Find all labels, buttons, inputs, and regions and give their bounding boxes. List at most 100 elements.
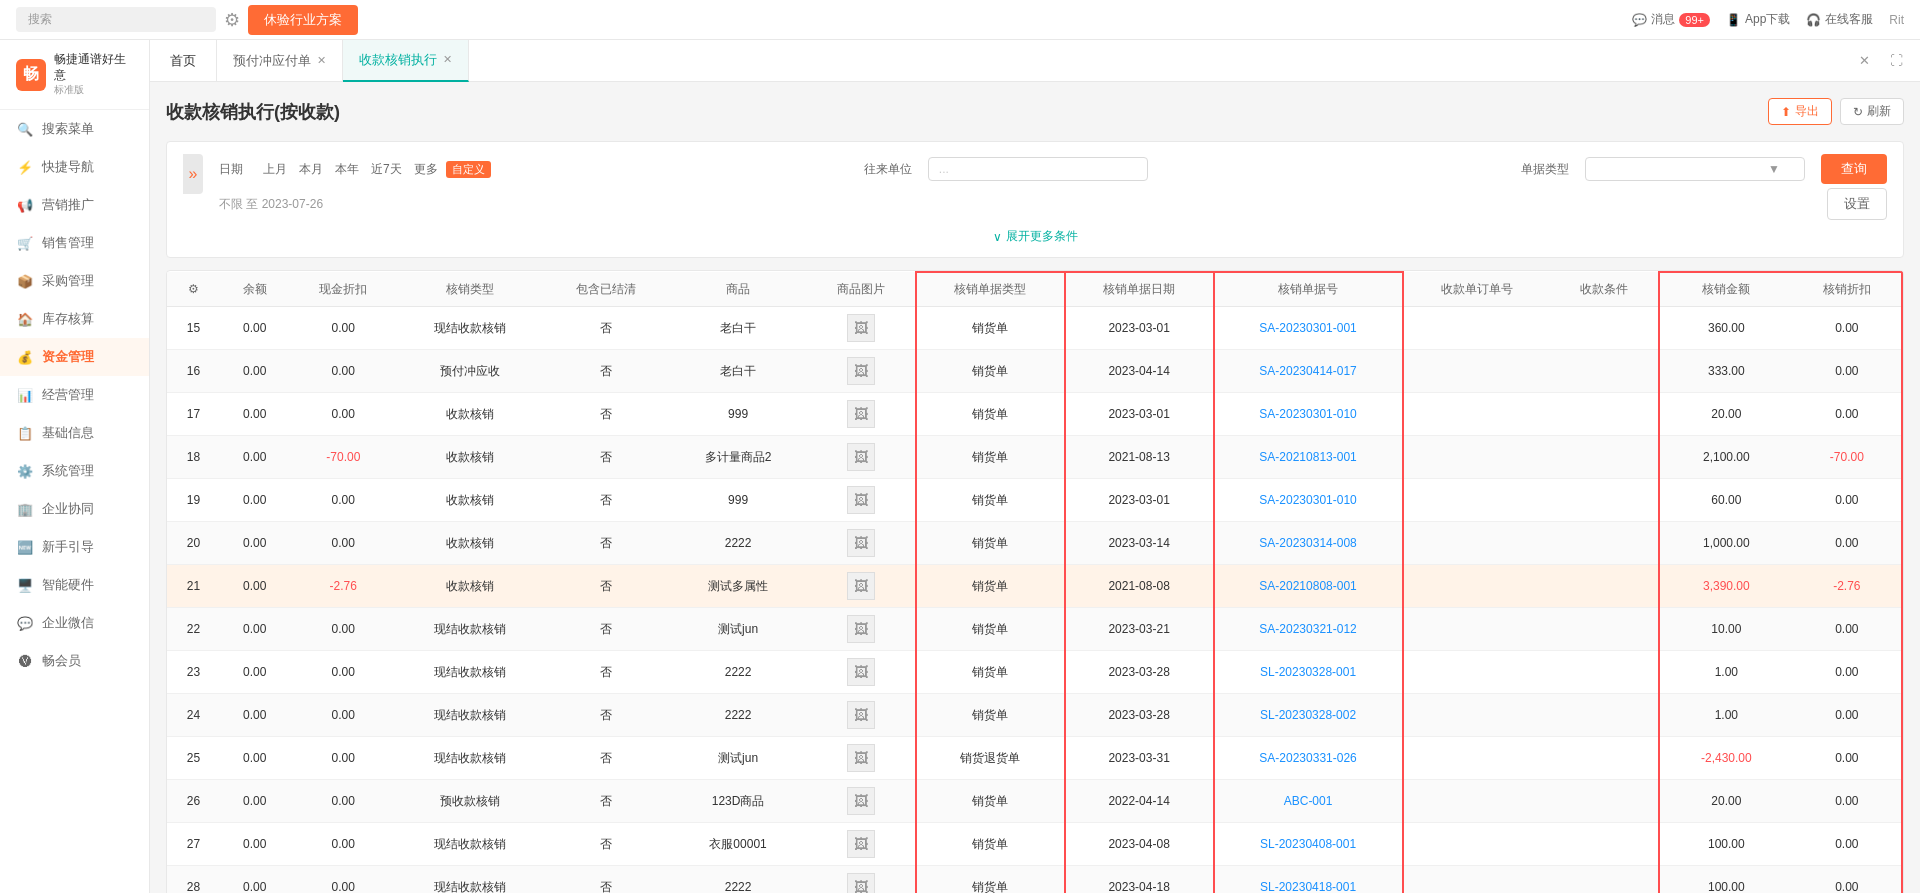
app-download-area[interactable]: 📱 App下载 [1726,11,1790,28]
query-button[interactable]: 查询 [1821,154,1887,184]
receipt-no-link[interactable]: SL-20230408-001 [1260,837,1356,851]
from-unit-input[interactable]: ... [928,157,1148,181]
sidebar-item-finance[interactable]: 💰 资金管理 [0,338,149,376]
receipt-no-link[interactable]: SA-20230321-012 [1259,622,1356,636]
cell-product: 多计量商品2 [669,436,806,479]
tab-receipt-close[interactable]: ✕ [443,53,452,66]
receipt-no-link[interactable]: SA-20230301-010 [1259,493,1356,507]
cell-product-img: 🖼 [807,479,916,522]
sidebar-item-marketing[interactable]: 📢 营销推广 [0,186,149,224]
search-icon: 🔍 [16,122,34,137]
product-image: 🖼 [847,787,875,815]
cell-product-img: 🖼 [807,737,916,780]
sidebar-item-quick[interactable]: ⚡ 快捷导航 [0,148,149,186]
cell-product: 2222 [669,522,806,565]
receipt-no-link[interactable]: SL-20230328-002 [1260,708,1356,722]
cell-balance: 0.00 [220,307,290,350]
cell-write-off-amt: 3,390.00 [1659,565,1793,608]
sidebar-item-corp[interactable]: 🏢 企业协同 [0,490,149,528]
filter-collapse-btn[interactable]: » [183,154,203,194]
cell-collect-order [1403,565,1550,608]
receipt-no-link[interactable]: SA-20230301-010 [1259,407,1356,421]
receipt-no-link[interactable]: SA-20230314-008 [1259,536,1356,550]
search-input[interactable]: 搜索 [16,7,216,32]
cell-receipt-date: 2023-04-08 [1065,823,1214,866]
sidebar-item-system[interactable]: ⚙️ 系统管理 [0,452,149,490]
sidebar-label-system: 系统管理 [42,462,94,480]
sidebar-label-search: 搜索菜单 [42,120,94,138]
cell-write-off-disc: -2.76 [1793,565,1902,608]
sidebar-item-member[interactable]: 🅥 畅会员 [0,642,149,680]
cell-write-off-amt: 1.00 [1659,694,1793,737]
table-row: 28 0.00 0.00 现结收款核销 否 2222 🖼 销货单 2023-04… [167,866,1902,894]
cell-write-off-disc: 0.00 [1793,866,1902,894]
filter-date-last-month[interactable]: 上月 [259,159,291,180]
table-row: 18 0.00 -70.00 收款核销 否 多计量商品2 🖼 销货单 2021-… [167,436,1902,479]
sidebar-label-wechat: 企业微信 [42,614,94,632]
cell-cash-discount: 0.00 [289,651,397,694]
sidebar-item-basic[interactable]: 📋 基础信息 [0,414,149,452]
col-header-product-img: 商品图片 [807,272,916,307]
tab-prepay-close[interactable]: ✕ [317,54,326,67]
cell-no: 22 [167,608,220,651]
cell-no: 20 [167,522,220,565]
product-image: 🖼 [847,357,875,385]
sidebar-item-wechat[interactable]: 💬 企业微信 [0,604,149,642]
cell-write-off-amt: 360.00 [1659,307,1793,350]
basic-icon: 📋 [16,426,34,441]
refresh-button[interactable]: ↻ 刷新 [1840,98,1904,125]
sidebar-item-hardware[interactable]: 🖥️ 智能硬件 [0,566,149,604]
tab-expand-btn[interactable]: ⛶ [1880,45,1912,77]
sidebar-item-search[interactable]: 🔍 搜索菜单 [0,110,149,148]
cell-receipt-no: SA-20230314-008 [1214,522,1403,565]
sidebar-item-business[interactable]: 📊 经营管理 [0,376,149,414]
tab-receipt[interactable]: 收款核销执行 ✕ [343,40,469,82]
tab-close-btn[interactable]: ✕ [1848,45,1880,77]
receipt-no-link[interactable]: SL-20230418-001 [1260,880,1356,893]
receipt-no-link[interactable]: SA-20210808-001 [1259,579,1356,593]
industry-button[interactable]: 休验行业方案 [248,5,358,35]
cell-receipt-no: SL-20230328-001 [1214,651,1403,694]
setting-button[interactable]: 设置 [1827,188,1887,220]
cell-write-off-type: 现结收款核销 [397,737,543,780]
filter-custom-badge[interactable]: 自定义 [446,161,491,178]
expand-more-button[interactable]: ∨ 展开更多条件 [993,228,1078,245]
table-row: 15 0.00 0.00 现结收款核销 否 老白干 🖼 销货单 2023-03-… [167,307,1902,350]
table-row: 26 0.00 0.00 预收款核销 否 123D商品 🖼 销货单 2022-0… [167,780,1902,823]
hardware-icon: 🖥️ [16,578,34,593]
sidebar-item-guide[interactable]: 🆕 新手引导 [0,528,149,566]
single-type-select[interactable]: ▼ [1585,157,1805,181]
online-service-area[interactable]: 🎧 在线客服 [1806,11,1873,28]
filter-date-more[interactable]: 更多 [410,159,442,180]
message-icon-area[interactable]: 💬 消息 99+ [1632,11,1710,28]
filter-date-7days[interactable]: 近7天 [367,159,406,180]
cell-receipt-no: SL-20230408-001 [1214,823,1403,866]
sidebar-item-sales[interactable]: 🛒 销售管理 [0,224,149,262]
col-header-setting[interactable]: ⚙ [167,272,220,307]
receipt-no-link[interactable]: SA-20230301-001 [1259,321,1356,335]
cell-balance: 0.00 [220,479,290,522]
refresh-icon: ↻ [1853,105,1863,119]
settings-icon[interactable]: ⚙ [224,9,240,31]
filter-date-this-month[interactable]: 本月 [295,159,327,180]
receipt-no-link[interactable]: SA-20210813-001 [1259,450,1356,464]
tab-home[interactable]: 首页 [150,40,217,82]
receipt-no-link[interactable]: ABC-001 [1284,794,1333,808]
filter-date-this-year[interactable]: 本年 [331,159,363,180]
cell-product: 2222 [669,651,806,694]
export-icon: ⬆ [1781,105,1791,119]
logo-icon: 畅 [16,59,46,91]
receipt-no-link[interactable]: SA-20230414-017 [1259,364,1356,378]
cell-receipt-date: 2021-08-08 [1065,565,1214,608]
tab-prepay[interactable]: 预付冲应付单 ✕ [217,40,343,82]
tab-receipt-label: 收款核销执行 [359,51,437,69]
cell-no: 16 [167,350,220,393]
receipt-no-link[interactable]: SL-20230328-001 [1260,665,1356,679]
cell-product: 999 [669,393,806,436]
sidebar-item-purchase[interactable]: 📦 采购管理 [0,262,149,300]
export-button[interactable]: ⬆ 导出 [1768,98,1832,125]
page-header: 收款核销执行(按收款) ⬆ 导出 ↻ 刷新 [166,98,1904,125]
sidebar-item-inventory[interactable]: 🏠 库存核算 [0,300,149,338]
wechat-icon: 💬 [16,616,34,631]
receipt-no-link[interactable]: SA-20230331-026 [1259,751,1356,765]
